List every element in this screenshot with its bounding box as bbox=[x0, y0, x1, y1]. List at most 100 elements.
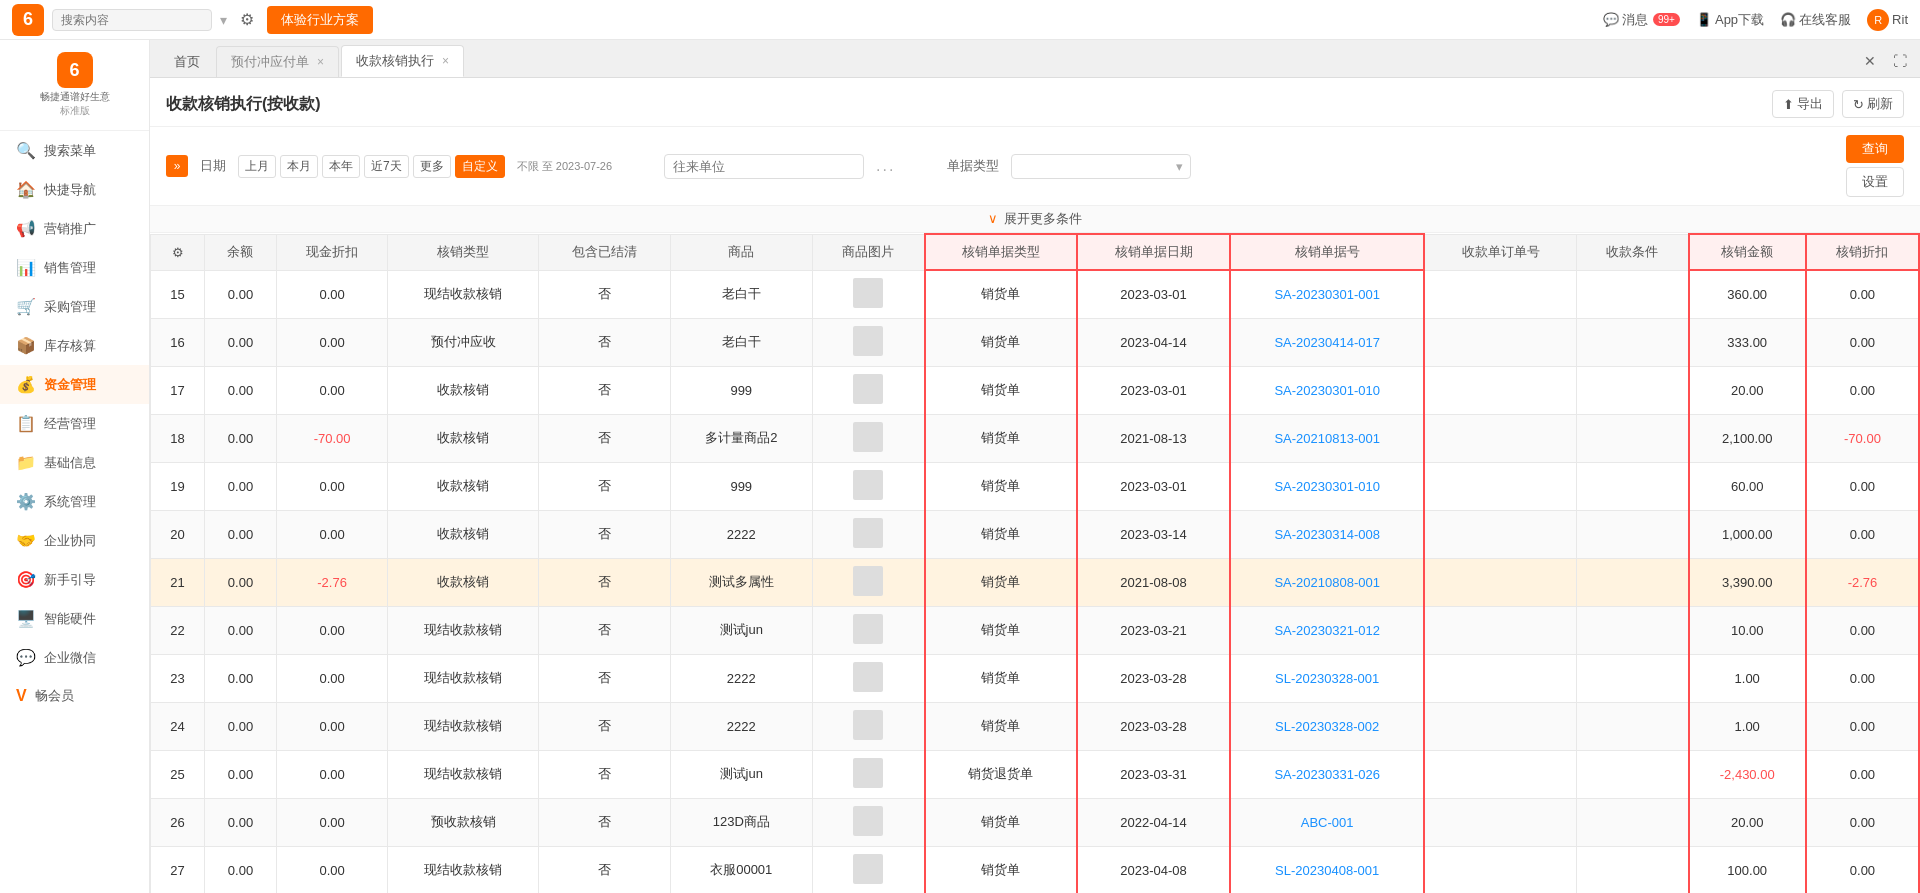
top-bar-left: 6 ▾ ⚙ 体验行业方案 bbox=[12, 4, 1595, 36]
sidebar-item-purchase[interactable]: 🛒 采购管理 bbox=[0, 287, 149, 326]
writeoff-no-link[interactable]: SA-20230301-010 bbox=[1274, 479, 1380, 494]
cell-writeoff-amount: 1.00 bbox=[1689, 654, 1806, 702]
sidebar-item-collab[interactable]: 🤝 企业协同 bbox=[0, 521, 149, 560]
date-btn-last-month[interactable]: 上月 bbox=[238, 155, 276, 178]
chevron-down-icon[interactable]: ▾ bbox=[220, 12, 227, 28]
industry-solution-button[interactable]: 体验行业方案 bbox=[267, 6, 373, 34]
counterpart-input[interactable] bbox=[664, 154, 864, 179]
cell-writeoff-amount: 20.00 bbox=[1689, 366, 1806, 414]
tab-close-all-icon[interactable]: ✕ bbox=[1858, 49, 1882, 73]
cell-goods: 999 bbox=[670, 462, 812, 510]
sidebar-item-search[interactable]: 🔍 搜索菜单 bbox=[0, 131, 149, 170]
cell-writeoff-no[interactable]: SA-20210808-001 bbox=[1230, 558, 1425, 606]
cell-writeoff-no[interactable]: SL-20230328-002 bbox=[1230, 702, 1425, 750]
tab-receipt-close[interactable]: × bbox=[442, 54, 449, 68]
cell-writeoff-bill-type: 销货单 bbox=[925, 414, 1078, 462]
writeoff-no-link[interactable]: ABC-001 bbox=[1301, 815, 1354, 830]
tab-prepay-close[interactable]: × bbox=[317, 55, 324, 69]
cell-receipt-order-no bbox=[1424, 366, 1576, 414]
search-input[interactable] bbox=[52, 9, 212, 31]
message-button[interactable]: 💬 消息 99+ bbox=[1603, 11, 1680, 29]
voucher-type-select-wrapper: ▾ bbox=[1011, 154, 1191, 179]
date-btn-more[interactable]: 更多 bbox=[413, 155, 451, 178]
cell-writeoff-no[interactable]: SA-20210813-001 bbox=[1230, 414, 1425, 462]
cell-writeoff-date: 2023-03-31 bbox=[1077, 750, 1230, 798]
cell-idx: 18 bbox=[151, 414, 205, 462]
sidebar-item-system[interactable]: ⚙️ 系统管理 bbox=[0, 482, 149, 521]
tab-receipt[interactable]: 收款核销执行 × bbox=[341, 45, 464, 77]
cell-writeoff-type: 收款核销 bbox=[388, 510, 539, 558]
writeoff-no-link[interactable]: SA-20210813-001 bbox=[1274, 431, 1380, 446]
cell-writeoff-no[interactable]: SA-20230331-026 bbox=[1230, 750, 1425, 798]
sidebar-logo: 6 畅捷通谱好生意 标准版 bbox=[0, 40, 149, 131]
user-avatar: R bbox=[1867, 9, 1889, 31]
cell-writeoff-bill-type: 销货单 bbox=[925, 270, 1078, 318]
cell-writeoff-no[interactable]: SA-20230301-010 bbox=[1230, 462, 1425, 510]
cell-writeoff-no[interactable]: SL-20230328-001 bbox=[1230, 654, 1425, 702]
th-writeoff-discount: 核销折扣 bbox=[1806, 234, 1919, 270]
cell-idx: 24 bbox=[151, 702, 205, 750]
date-btn-this-year[interactable]: 本年 bbox=[322, 155, 360, 178]
cell-goods-image bbox=[812, 558, 924, 606]
cell-cash-discount: 0.00 bbox=[276, 798, 387, 846]
settings-button[interactable]: 设置 bbox=[1846, 167, 1904, 197]
cell-writeoff-no[interactable]: SA-20230301-001 bbox=[1230, 270, 1425, 318]
date-btn-this-month[interactable]: 本月 bbox=[280, 155, 318, 178]
cell-writeoff-no[interactable]: ABC-001 bbox=[1230, 798, 1425, 846]
user-profile[interactable]: R Rit bbox=[1867, 9, 1908, 31]
writeoff-no-link[interactable]: SA-20230314-008 bbox=[1274, 527, 1380, 542]
writeoff-no-link[interactable]: SA-20210808-001 bbox=[1274, 575, 1380, 590]
cell-balance: 0.00 bbox=[205, 558, 277, 606]
expand-more-button[interactable]: ∨ 展开更多条件 bbox=[988, 210, 1082, 228]
sidebar-item-inventory[interactable]: 📦 库存核算 bbox=[0, 326, 149, 365]
cell-writeoff-type: 预付冲应收 bbox=[388, 318, 539, 366]
gear-icon[interactable]: ⚙ bbox=[235, 8, 259, 32]
sidebar-item-guide[interactable]: 🎯 新手引导 bbox=[0, 560, 149, 599]
writeoff-no-link[interactable]: SA-20230321-012 bbox=[1274, 623, 1380, 638]
tab-home[interactable]: 首页 bbox=[158, 47, 216, 77]
writeoff-no-link[interactable]: SA-20230331-026 bbox=[1274, 767, 1380, 782]
writeoff-no-link[interactable]: SL-20230408-001 bbox=[1275, 863, 1379, 878]
sidebar-item-basic[interactable]: 📁 基础信息 bbox=[0, 443, 149, 482]
voucher-type-select[interactable] bbox=[1011, 154, 1191, 179]
date-btn-custom[interactable]: 自定义 bbox=[455, 155, 505, 178]
tab-prepay[interactable]: 预付冲应付单 × bbox=[216, 46, 339, 77]
writeoff-no-link[interactable]: SL-20230328-002 bbox=[1275, 719, 1379, 734]
cell-goods-image bbox=[812, 318, 924, 366]
cell-cash-discount: 0.00 bbox=[276, 606, 387, 654]
sidebar-item-finance[interactable]: 💰 资金管理 bbox=[0, 365, 149, 404]
cell-include-settled: 否 bbox=[539, 270, 670, 318]
date-range-display: 不限 至 2023-07-26 bbox=[517, 159, 612, 174]
writeoff-no-link[interactable]: SL-20230328-001 bbox=[1275, 671, 1379, 686]
sidebar-item-operations[interactable]: 📋 经营管理 bbox=[0, 404, 149, 443]
cell-writeoff-no[interactable]: SA-20230414-017 bbox=[1230, 318, 1425, 366]
sidebar-item-hardware[interactable]: 🖥️ 智能硬件 bbox=[0, 599, 149, 638]
filter-expand-toggle[interactable]: » bbox=[166, 155, 188, 177]
export-button[interactable]: ⬆ 导出 bbox=[1772, 90, 1834, 118]
filter-row: » 日期 上月 本月 本年 近7天 更多 自定义 不限 至 2023-07-26 bbox=[166, 135, 1904, 197]
sidebar-item-vip[interactable]: V 畅会员 bbox=[0, 677, 149, 715]
writeoff-no-link[interactable]: SA-20230301-010 bbox=[1274, 383, 1380, 398]
cell-goods-image bbox=[812, 462, 924, 510]
cell-writeoff-no[interactable]: SA-20230301-010 bbox=[1230, 366, 1425, 414]
voucher-type-label: 单据类型 bbox=[947, 157, 999, 175]
app-download-button[interactable]: 📱 App下载 bbox=[1696, 11, 1764, 29]
cell-writeoff-amount: 3,390.00 bbox=[1689, 558, 1806, 606]
query-button[interactable]: 查询 bbox=[1846, 135, 1904, 163]
sidebar-item-shortcuts[interactable]: 🏠 快捷导航 bbox=[0, 170, 149, 209]
sidebar-item-wechat[interactable]: 💬 企业微信 bbox=[0, 638, 149, 677]
cell-writeoff-no[interactable]: SA-20230314-008 bbox=[1230, 510, 1425, 558]
sidebar-item-marketing[interactable]: 📢 营销推广 bbox=[0, 209, 149, 248]
page-content: 收款核销执行(按收款) ⬆ 导出 ↻ 刷新 bbox=[150, 78, 1920, 893]
cell-writeoff-no[interactable]: SA-20230321-012 bbox=[1230, 606, 1425, 654]
refresh-button[interactable]: ↻ 刷新 bbox=[1842, 90, 1904, 118]
cell-writeoff-date: 2021-08-13 bbox=[1077, 414, 1230, 462]
date-btn-7days[interactable]: 近7天 bbox=[364, 155, 409, 178]
writeoff-no-link[interactable]: SA-20230301-001 bbox=[1274, 287, 1380, 302]
online-service-button[interactable]: 🎧 在线客服 bbox=[1780, 11, 1851, 29]
cell-writeoff-no[interactable]: SL-20230408-001 bbox=[1230, 846, 1425, 893]
tab-expand-icon[interactable]: ⛶ bbox=[1888, 49, 1912, 73]
writeoff-no-link[interactable]: SA-20230414-017 bbox=[1274, 335, 1380, 350]
sidebar-item-sales[interactable]: 📊 销售管理 bbox=[0, 248, 149, 287]
cell-receipt-condition bbox=[1576, 654, 1688, 702]
